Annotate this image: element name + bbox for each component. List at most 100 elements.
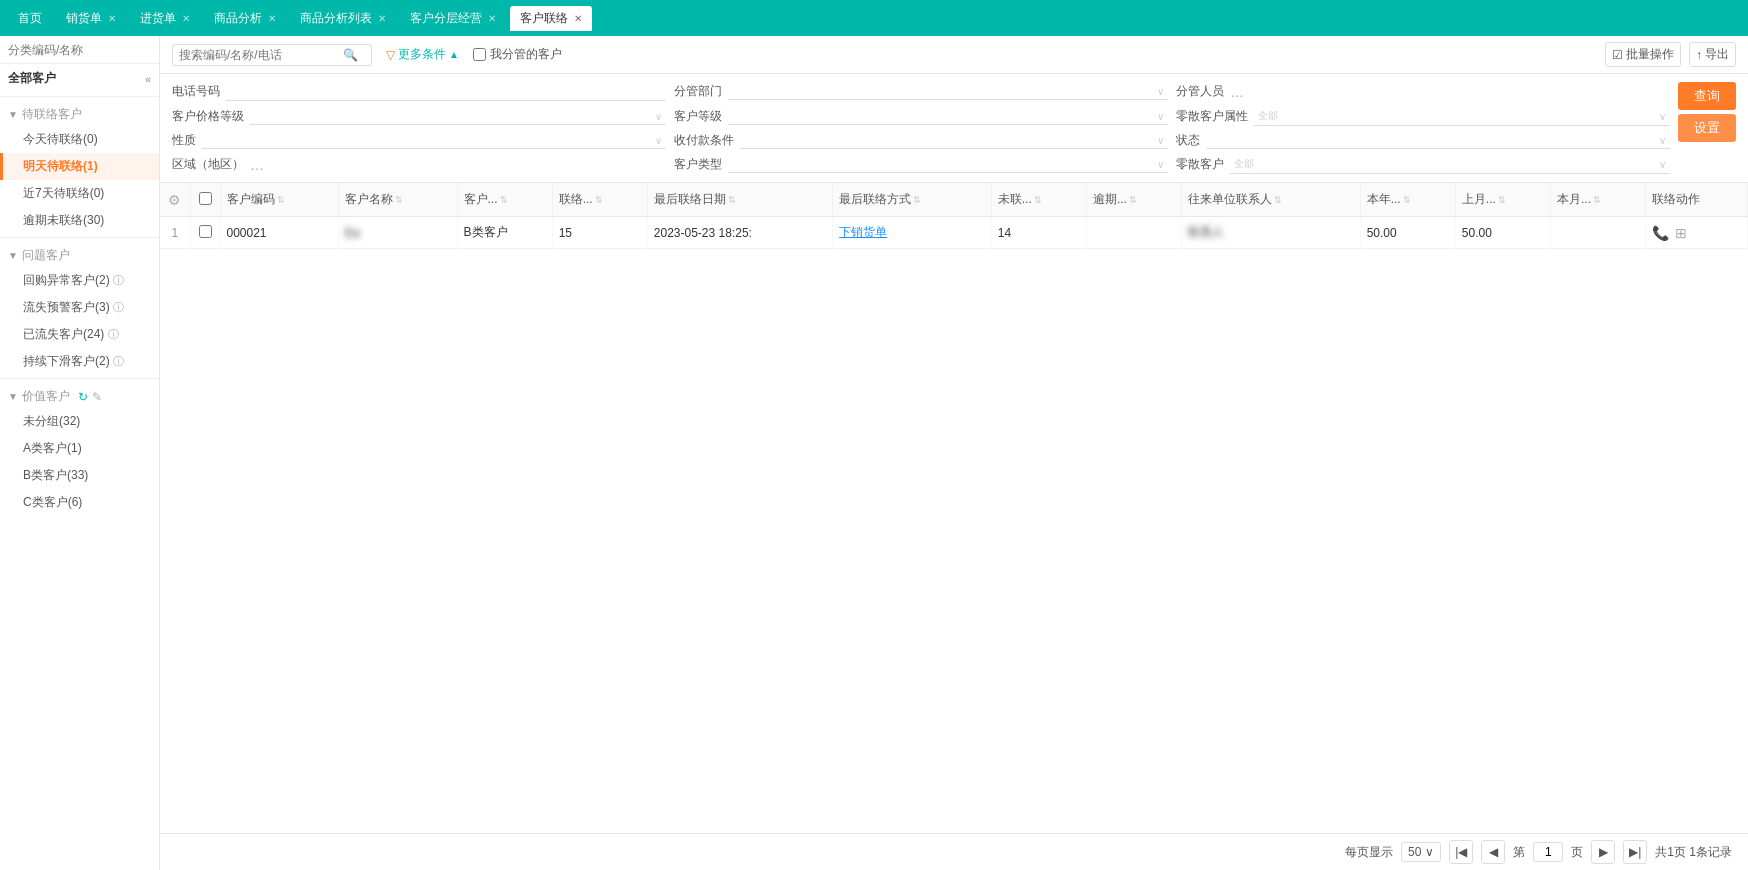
- sidebar-item-repurchase-abnormal[interactable]: 回购异常客户(2) ⓘ: [0, 267, 159, 294]
- reset-btn[interactable]: 设置: [1678, 114, 1736, 142]
- sort-this-year[interactable]: 本年... ⇅: [1367, 191, 1411, 208]
- sidebar-item-churned[interactable]: 已流失客户(24) ⓘ: [0, 321, 159, 348]
- sort-last-method[interactable]: 最后联络方式 ⇅: [839, 191, 921, 208]
- close-icon[interactable]: ✕: [574, 13, 582, 24]
- row-code: 000021: [220, 217, 339, 249]
- last-page-btn[interactable]: ▶|: [1623, 840, 1647, 864]
- sidebar-item-b-class[interactable]: B类客户(33): [0, 462, 159, 489]
- close-icon[interactable]: ✕: [268, 13, 276, 24]
- row-type: B类客户: [457, 217, 552, 249]
- close-icon[interactable]: ✕: [378, 13, 386, 24]
- th-last-method: 最后联络方式 ⇅: [833, 183, 992, 217]
- sort-icon: ⇅: [1274, 195, 1282, 205]
- sort-type[interactable]: 客户... ⇅: [464, 191, 508, 208]
- nature-select[interactable]: ∨: [202, 133, 666, 149]
- cust-level-label: 客户等级: [674, 108, 722, 125]
- sort-code[interactable]: 客户编码 ⇅: [227, 191, 285, 208]
- content-area: 🔍 ▽ 更多条件 ▲ 我分管的客户 ☑ 批量操作 ↑ 导出: [160, 36, 1748, 870]
- nav-product-analysis[interactable]: 商品分析 ✕: [204, 6, 286, 31]
- batch-btn[interactable]: ☑ 批量操作: [1605, 42, 1681, 67]
- sidebar-item-churn-warning[interactable]: 流失预警客户(3) ⓘ: [0, 294, 159, 321]
- close-icon[interactable]: ✕: [488, 13, 496, 24]
- row-name: Ea: [339, 217, 458, 249]
- export-icon: ↑: [1696, 48, 1702, 62]
- close-icon[interactable]: ✕: [182, 13, 190, 24]
- page-size-select[interactable]: 50 ∨: [1401, 842, 1441, 862]
- sidebar-item-a-class[interactable]: A类客户(1): [0, 435, 159, 462]
- sidebar-item-declining[interactable]: 持续下滑客户(2) ⓘ: [0, 348, 159, 375]
- prev-page-btn[interactable]: ◀: [1481, 840, 1505, 864]
- row-check: [190, 217, 220, 249]
- select-all-checkbox[interactable]: [199, 192, 212, 205]
- nav-customer-tier[interactable]: 客户分层经营 ✕: [400, 6, 506, 31]
- retail-cust-select[interactable]: 全部∨: [1230, 155, 1670, 174]
- table-row: 1 000021 Ea B类客户 15 2023-05-23 18:25: 下销…: [160, 217, 1748, 249]
- close-icon[interactable]: ✕: [108, 13, 116, 24]
- page-size-value: 50: [1408, 845, 1421, 859]
- query-btn[interactable]: 查询: [1678, 82, 1736, 110]
- my-customers-check[interactable]: [473, 48, 486, 61]
- sidebar-all-customers[interactable]: 全部客户 «: [0, 64, 159, 93]
- manager-dots-btn[interactable]: …: [1230, 84, 1244, 100]
- status-select[interactable]: ∨: [1206, 133, 1670, 149]
- edit-icon[interactable]: ✎: [92, 390, 102, 404]
- sort-last-date[interactable]: 最后联络日期 ⇅: [654, 191, 736, 208]
- sidebar-item-7days[interactable]: 近7天待联络(0): [0, 180, 159, 207]
- arrow-icon: ▼: [8, 109, 18, 120]
- cust-type-label: 客户类型: [674, 156, 722, 173]
- phone-input[interactable]: [226, 82, 666, 101]
- sort-overdue[interactable]: 逾期... ⇅: [1093, 191, 1137, 208]
- filter-row-3: 性质 ∨ 收付款条件 ∨ 状态: [172, 132, 1670, 149]
- th-this-month: 本月... ⇅: [1550, 183, 1645, 217]
- row-checkbox[interactable]: [199, 225, 212, 238]
- chevron-up-icon: ▲: [449, 49, 459, 60]
- nav-purchase[interactable]: 进货单 ✕: [130, 6, 200, 31]
- next-page-btn[interactable]: ▶: [1591, 840, 1615, 864]
- page-number-input[interactable]: [1533, 842, 1563, 862]
- cust-type-select[interactable]: ∨: [728, 157, 1168, 173]
- sidebar-item-today[interactable]: 今天待联络(0): [0, 126, 159, 153]
- toolbar-right: ☑ 批量操作 ↑ 导出: [1605, 42, 1736, 67]
- sort-name[interactable]: 客户名称 ⇅: [345, 191, 403, 208]
- sidebar-search-input[interactable]: [8, 43, 158, 57]
- nav-customer-contact[interactable]: 客户联络 ✕: [510, 6, 592, 31]
- price-level-select[interactable]: ∨: [250, 109, 666, 125]
- sort-last-month[interactable]: 上月... ⇅: [1462, 191, 1506, 208]
- sidebar-item-overdue[interactable]: 逾期未联络(30): [0, 207, 159, 234]
- dept-select[interactable]: ∨: [728, 84, 1168, 100]
- nav-sales[interactable]: 销货单 ✕: [56, 6, 126, 31]
- search-input[interactable]: [179, 48, 339, 62]
- arrow-icon: ▼: [8, 250, 18, 261]
- sidebar-item-tomorrow[interactable]: 明天待联络(1): [0, 153, 159, 180]
- sort-contact-count[interactable]: 联络... ⇅: [559, 191, 603, 208]
- th-contact-person: 往来单位联系人 ⇅: [1182, 183, 1361, 217]
- search-icon-btn[interactable]: 🔍: [343, 48, 358, 62]
- last-method-link[interactable]: 下销货单: [839, 225, 887, 239]
- export-btn[interactable]: ↑ 导出: [1689, 42, 1736, 67]
- more-filters-btn[interactable]: ▽ 更多条件 ▲: [380, 43, 465, 66]
- nav-purchase-label: 进货单: [140, 10, 176, 27]
- sidebar-item-ungrouped[interactable]: 未分组(32): [0, 408, 159, 435]
- nav-product-analysis-list[interactable]: 商品分析列表 ✕: [290, 6, 396, 31]
- phone-action-icon[interactable]: 📞: [1652, 225, 1669, 241]
- nav-home[interactable]: 首页: [8, 6, 52, 31]
- my-customers-checkbox[interactable]: 我分管的客户: [473, 46, 562, 63]
- gear-icon[interactable]: ⚙: [168, 192, 181, 208]
- row-last-date: 2023-05-23 18:25:: [647, 217, 832, 249]
- retail-attr-select[interactable]: 全部∨: [1254, 107, 1670, 126]
- price-level-label: 客户价格等级: [172, 108, 244, 125]
- region-dots-btn[interactable]: …: [250, 157, 264, 173]
- sort-unlink[interactable]: 未联... ⇅: [998, 191, 1042, 208]
- table-footer: 每页显示 50 ∨ |◀ ◀ 第 页 ▶ ▶| 共1页 1条记录: [160, 833, 1748, 870]
- grid-action-icon[interactable]: ⊞: [1675, 225, 1687, 241]
- cust-level-select[interactable]: ∨: [728, 109, 1168, 125]
- filter-label: 更多条件: [398, 46, 446, 63]
- first-page-btn[interactable]: |◀: [1449, 840, 1473, 864]
- payment-select[interactable]: ∨: [740, 133, 1168, 149]
- sort-this-month[interactable]: 本月... ⇅: [1557, 191, 1601, 208]
- sidebar-item-c-class[interactable]: C类客户(6): [0, 489, 159, 516]
- row-last-method: 下销货单: [833, 217, 992, 249]
- refresh-icon[interactable]: ↻: [78, 390, 88, 404]
- sort-icon: ⇅: [1129, 195, 1137, 205]
- sort-contact-person[interactable]: 往来单位联系人 ⇅: [1188, 191, 1282, 208]
